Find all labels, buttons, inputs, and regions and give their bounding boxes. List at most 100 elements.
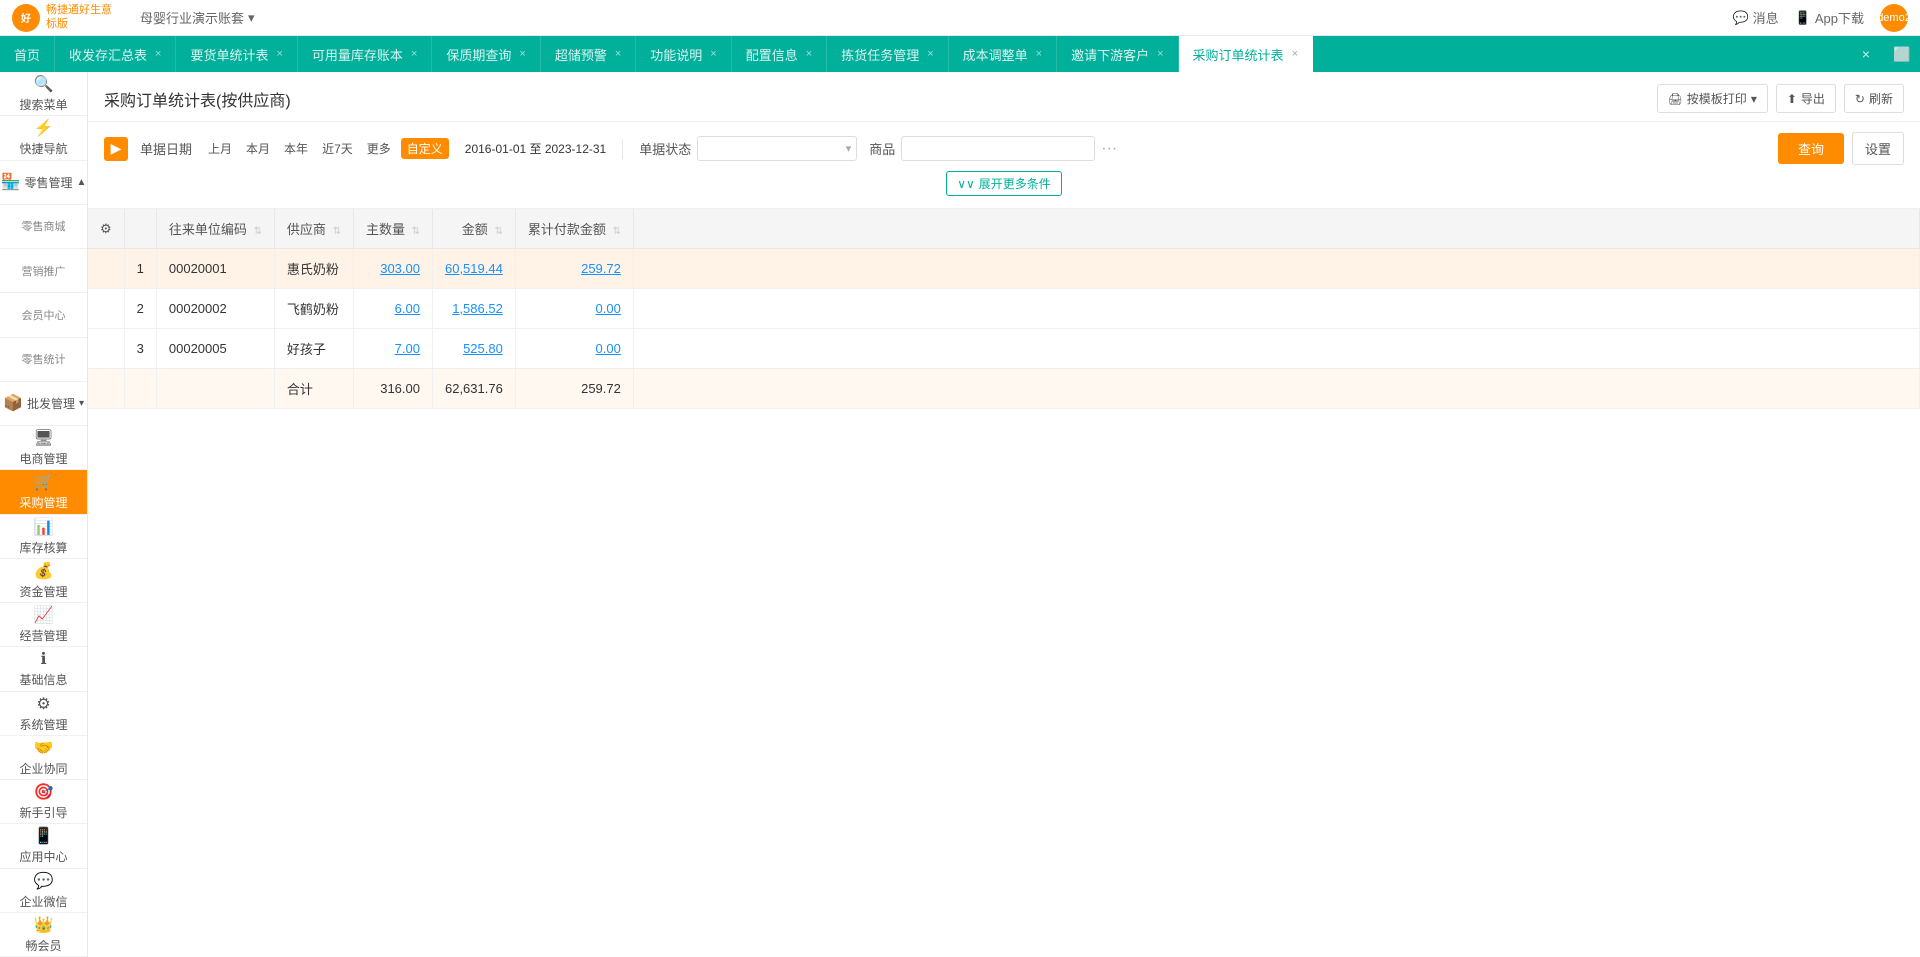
tab-3[interactable]: 可用量库存账本 × bbox=[298, 36, 432, 72]
sidebar-item-ecommerce[interactable]: 🖥 电商管理 bbox=[0, 426, 87, 470]
close-icon[interactable]: × bbox=[519, 48, 525, 60]
shortcut-last-month[interactable]: 上月 bbox=[204, 138, 236, 159]
tab-10[interactable]: 邀请下游客户 × bbox=[1057, 36, 1178, 72]
nav-tabs-actions: × ⬜ bbox=[1848, 36, 1920, 72]
shortcut-this-month[interactable]: 本月 bbox=[242, 138, 274, 159]
tab-4[interactable]: 保质期查询 × bbox=[432, 36, 540, 72]
tab-1[interactable]: 收发存汇总表 × bbox=[55, 36, 176, 72]
shortcut-more[interactable]: 更多 bbox=[363, 138, 395, 159]
goods-input[interactable] bbox=[901, 136, 1095, 161]
row-settings bbox=[88, 289, 124, 329]
tab-7[interactable]: 配置信息 × bbox=[732, 36, 827, 72]
filter-area: ▶ 单据日期 上月 本月 本年 近7天 更多 自定义 2016-01-01 至 … bbox=[88, 122, 1920, 209]
sort-icon: ⇅ bbox=[333, 226, 341, 237]
sidebar-item-operations[interactable]: 📈 经营管理 bbox=[0, 603, 87, 647]
table-row[interactable]: 3 00020005 好孩子 7.00 525.80 bbox=[88, 329, 1920, 369]
close-icon[interactable]: × bbox=[615, 48, 621, 60]
sidebar-item-retail-stat[interactable]: 零售统计 bbox=[0, 338, 87, 382]
close-icon[interactable]: × bbox=[1157, 48, 1163, 60]
app-icon: 📱 bbox=[1795, 10, 1811, 26]
close-icon[interactable]: × bbox=[927, 48, 933, 60]
tab-9[interactable]: 成本调整单 × bbox=[949, 36, 1057, 72]
sidebar-item-appcenter[interactable]: 📱 应用中心 bbox=[0, 824, 87, 868]
row-index: 2 bbox=[124, 289, 156, 329]
settings-button[interactable]: 设置 bbox=[1852, 132, 1904, 165]
message-btn[interactable]: 💬 消息 bbox=[1732, 8, 1778, 27]
sidebar-item-purchase[interactable]: 🛒 采购管理 bbox=[0, 470, 87, 514]
paid-link[interactable]: 259.72 bbox=[581, 261, 621, 276]
sidebar-item-basics[interactable]: ℹ 基础信息 bbox=[0, 647, 87, 691]
sidebar-item-search[interactable]: 🔍 搜索菜单 bbox=[0, 72, 87, 116]
qty-link[interactable]: 6.00 bbox=[395, 301, 420, 316]
table-row[interactable]: 1 00020001 惠氏奶粉 303.00 60,519.44 bbox=[88, 249, 1920, 289]
query-button[interactable]: 查询 bbox=[1778, 133, 1844, 164]
tab-8[interactable]: 拣货任务管理 × bbox=[827, 36, 948, 72]
sidebar-item-member[interactable]: 会员中心 bbox=[0, 293, 87, 337]
app-download-btn[interactable]: 📱 App下载 bbox=[1795, 8, 1864, 27]
sidebar-item-system[interactable]: ⚙ 系统管理 bbox=[0, 692, 87, 736]
shortcut-this-year[interactable]: 本年 bbox=[280, 138, 312, 159]
date-range-display: 2016-01-01 至 2023-12-31 bbox=[465, 140, 606, 157]
tab-5[interactable]: 超储预警 × bbox=[541, 36, 636, 72]
qty-link[interactable]: 7.00 bbox=[395, 341, 420, 356]
export-button[interactable]: ⬆ 导出 bbox=[1776, 84, 1836, 113]
close-icon[interactable]: × bbox=[411, 48, 417, 60]
expand-filter-btn[interactable]: ∨∨ 展开更多条件 bbox=[946, 171, 1062, 196]
amount-link[interactable]: 525.80 bbox=[463, 341, 503, 356]
tab-active[interactable]: 采购订单统计表 × bbox=[1179, 36, 1313, 72]
col-paid-header[interactable]: 累计付款金额 ⇅ bbox=[515, 209, 633, 249]
restore-btn[interactable]: ⬜ bbox=[1884, 36, 1920, 72]
tab-home[interactable]: 首页 bbox=[0, 36, 55, 72]
col-amount-header[interactable]: 金额 ⇅ bbox=[432, 209, 515, 249]
sidebar-item-retail-mgmt[interactable]: 🏪 零售管理 ▲ bbox=[0, 161, 87, 205]
footer-amount: 62,631.76 bbox=[432, 369, 515, 409]
close-all-btn[interactable]: × bbox=[1848, 36, 1884, 72]
sidebar-item-retail-shop[interactable]: 零售商城 bbox=[0, 205, 87, 249]
refresh-button[interactable]: ↻ 刷新 bbox=[1844, 84, 1904, 113]
page-header: 采购订单统计表(按供应商) 🖨 按模板打印 ▾ ⬆ 导出 ↻ 刷新 bbox=[88, 72, 1920, 122]
paid-link[interactable]: 0.00 bbox=[596, 301, 621, 316]
footer-row: 合计 316.00 62,631.76 259.72 bbox=[88, 369, 1920, 409]
sidebar-item-marketing[interactable]: 营销推广 bbox=[0, 249, 87, 293]
sidebar-item-inventory[interactable]: 📊 库存核算 bbox=[0, 515, 87, 559]
tab-2[interactable]: 要货单统计表 × bbox=[176, 36, 297, 72]
col-supplier-header[interactable]: 供应商 ⇅ bbox=[274, 209, 353, 249]
sidebar-item-enterprise[interactable]: 🤝 企业协同 bbox=[0, 736, 87, 780]
status-label: 单据状态 bbox=[639, 139, 691, 158]
close-icon[interactable]: × bbox=[276, 48, 282, 60]
amount-link[interactable]: 60,519.44 bbox=[445, 261, 503, 276]
refresh-icon: ↻ bbox=[1855, 92, 1865, 106]
close-icon[interactable]: × bbox=[1292, 48, 1298, 60]
filter-right: 查询 设置 bbox=[1778, 132, 1904, 165]
print-button[interactable]: 🖨 按模板打印 ▾ bbox=[1657, 84, 1768, 113]
page-actions: 🖨 按模板打印 ▾ ⬆ 导出 ↻ 刷新 bbox=[1657, 84, 1904, 113]
status-filter-field: 单据状态 bbox=[639, 136, 857, 161]
sidebar-item-changhui[interactable]: 👑 畅会员 bbox=[0, 913, 87, 957]
table-row[interactable]: 2 00020002 飞鹤奶粉 6.00 1,586.52 bbox=[88, 289, 1920, 329]
sidebar-item-finance[interactable]: 💰 资金管理 bbox=[0, 559, 87, 603]
row-extra bbox=[633, 249, 1919, 289]
shortcut-7days[interactable]: 近7天 bbox=[318, 138, 357, 159]
qty-link[interactable]: 303.00 bbox=[380, 261, 420, 276]
filter-toggle-btn[interactable]: ▶ bbox=[104, 137, 128, 161]
workspace-selector[interactable]: 母婴行业演示账套 ▾ bbox=[140, 8, 255, 27]
close-icon[interactable]: × bbox=[806, 48, 812, 60]
sidebar-item-guide[interactable]: 🎯 新手引导 bbox=[0, 780, 87, 824]
col-code-header[interactable]: 往来单位编码 ⇅ bbox=[156, 209, 274, 249]
sidebar-item-weixin[interactable]: 💬 企业微信 bbox=[0, 869, 87, 913]
sidebar-item-quicknav[interactable]: ⚡ 快捷导航 bbox=[0, 116, 87, 160]
col-settings-header[interactable]: ⚙ bbox=[88, 209, 124, 249]
close-icon[interactable]: × bbox=[710, 48, 716, 60]
status-select[interactable] bbox=[697, 136, 857, 161]
paid-link[interactable]: 0.00 bbox=[596, 341, 621, 356]
tab-6[interactable]: 功能说明 × bbox=[636, 36, 731, 72]
close-icon[interactable]: × bbox=[155, 48, 161, 60]
custom-date-tag[interactable]: 自定义 bbox=[401, 138, 449, 159]
more-options-icon[interactable]: ··· bbox=[1101, 140, 1117, 158]
close-icon[interactable]: × bbox=[1036, 48, 1042, 60]
amount-link[interactable]: 1,586.52 bbox=[452, 301, 503, 316]
sidebar-item-wholesale[interactable]: 📦 批发管理 ▾ bbox=[0, 382, 87, 426]
enterprise-icon: 🤝 bbox=[34, 738, 54, 758]
avatar[interactable]: demo2 bbox=[1880, 4, 1908, 32]
col-qty-header[interactable]: 主数量 ⇅ bbox=[353, 209, 432, 249]
